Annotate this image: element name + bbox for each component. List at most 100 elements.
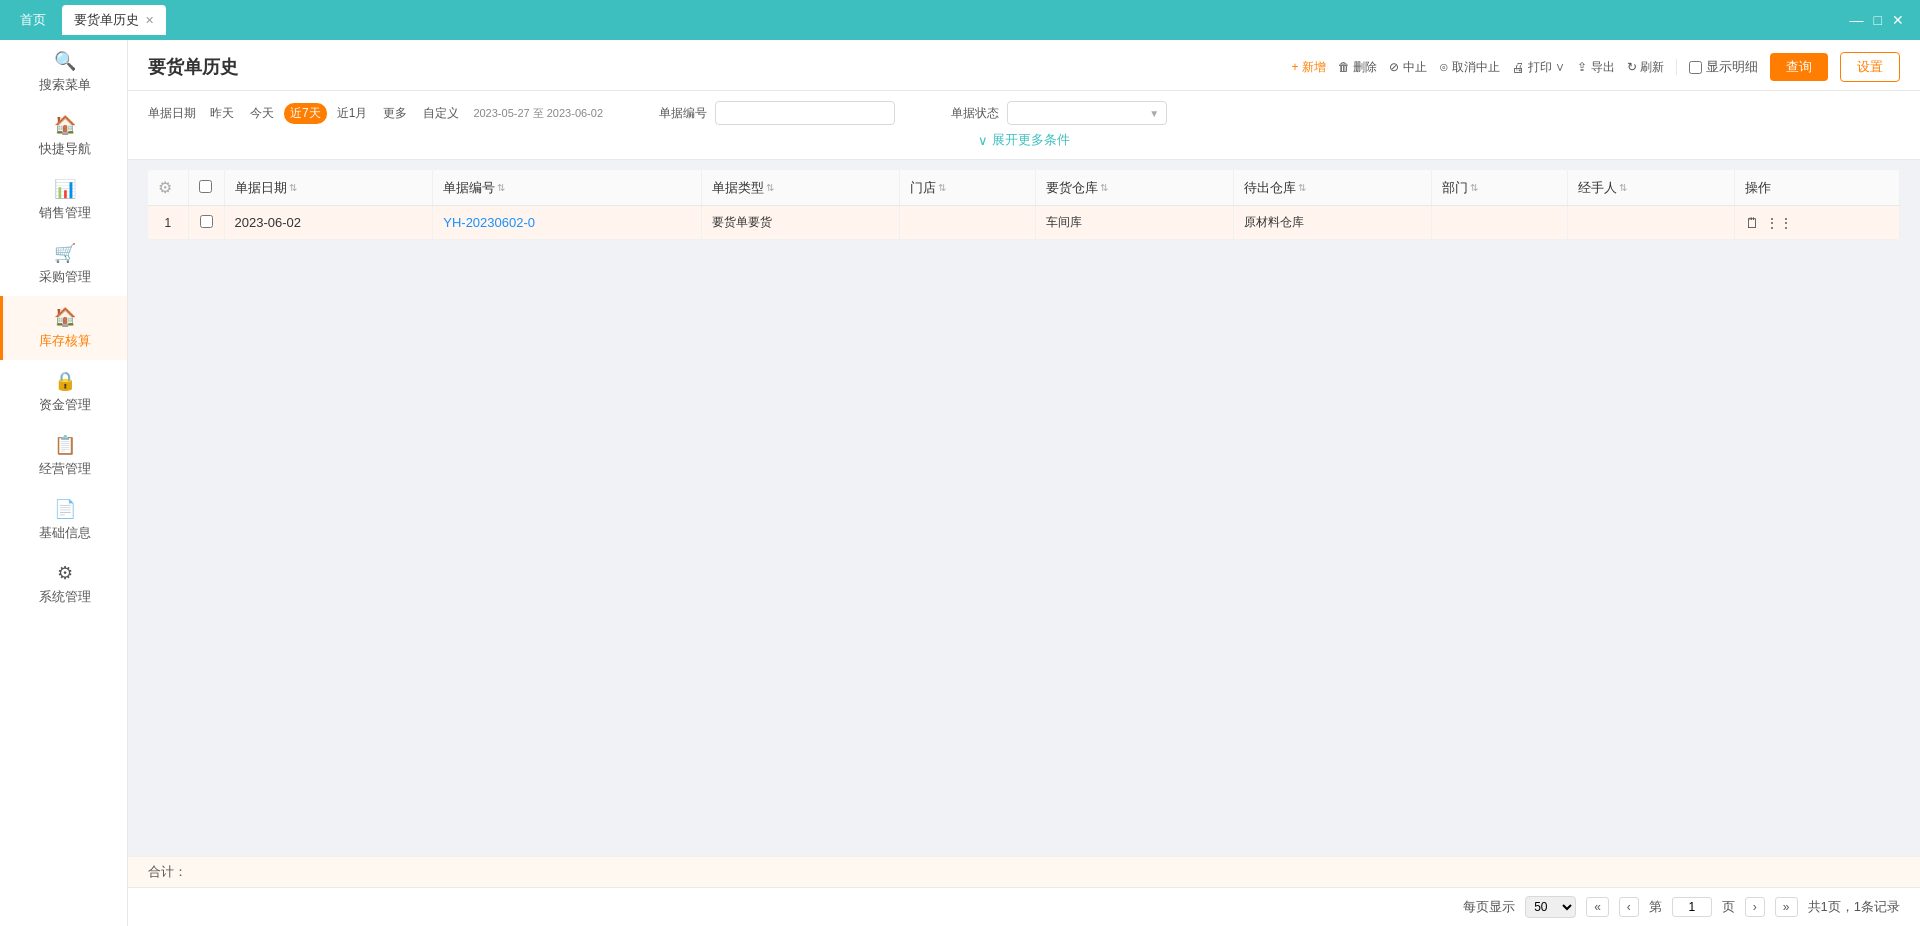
sort-req-warehouse-icon: ⇅ — [1100, 182, 1108, 193]
th-req-warehouse[interactable]: 要货仓库 ⇅ — [1036, 170, 1234, 206]
delete-button[interactable]: 🗑 删除 — [1338, 59, 1377, 76]
date-btn-7days[interactable]: 近7天 — [284, 103, 327, 124]
show-detail-checkbox[interactable] — [1689, 61, 1702, 74]
sidebar-item-purchase-mgmt-label: 采购管理 — [39, 268, 91, 286]
th-pending-warehouse[interactable]: 待出仓库 ⇅ — [1234, 170, 1432, 206]
row-more-icon[interactable]: ⋮⋮ — [1765, 215, 1793, 231]
doc-no-label: 单据编号 — [659, 105, 707, 122]
maximize-icon[interactable]: □ — [1874, 12, 1882, 28]
print-button[interactable]: 🖨 🖨 打印 打印 ∨ — [1512, 59, 1565, 76]
next-page-btn[interactable]: › — [1745, 897, 1765, 917]
sidebar-item-sales-mgmt-label: 销售管理 — [39, 204, 91, 222]
doc-status-select-wrap: ▼ — [1007, 101, 1167, 125]
sort-doc-no-icon: ⇅ — [497, 182, 505, 193]
table-area: ⚙ 单据日期 ⇅ 单据编号 — [128, 160, 1920, 856]
th-handler[interactable]: 经手人 ⇅ — [1568, 170, 1735, 206]
page-number-input[interactable] — [1672, 897, 1712, 917]
sort-doc-type-icon: ⇅ — [766, 182, 774, 193]
th-department[interactable]: 部门 ⇅ — [1432, 170, 1568, 206]
sidebar-item-basic-info[interactable]: 📄 基础信息 — [0, 488, 127, 552]
row-req-warehouse: 车间库 — [1036, 206, 1234, 240]
doc-no-filter-group: 单据编号 — [659, 101, 895, 125]
refresh-button[interactable]: ↻ 刷新 — [1627, 59, 1664, 76]
minimize-icon[interactable]: — — [1850, 12, 1864, 28]
tab-close-icon[interactable]: ✕ — [145, 14, 154, 27]
main-layout: 🔍 搜索菜单 🏠 快捷导航 📊 销售管理 🛒 采购管理 🏠 库存核算 🔒 资金管… — [0, 40, 1920, 926]
close-icon[interactable]: ✕ — [1892, 12, 1904, 28]
page-title: 要货单历史 — [148, 55, 238, 79]
sidebar-item-search-menu[interactable]: 🔍 搜索菜单 — [0, 40, 127, 104]
th-ops-label: 操作 — [1745, 180, 1771, 195]
sidebar-item-ops-mgmt[interactable]: 📋 经营管理 — [0, 424, 127, 488]
tab-requisition-history[interactable]: 要货单历史 ✕ — [62, 5, 166, 35]
th-store-label: 门店 — [910, 179, 936, 197]
expand-label: 展开更多条件 — [992, 131, 1070, 149]
row-checkbox[interactable] — [200, 215, 213, 228]
filter-bar: 单据日期 昨天 今天 近7天 近1月 更多 自定义 2023-05-27 至 2… — [128, 91, 1920, 160]
sidebar-item-purchase-mgmt[interactable]: 🛒 采购管理 — [0, 232, 127, 296]
sidebar-item-quick-nav[interactable]: 🏠 快捷导航 — [0, 104, 127, 168]
th-settings: ⚙ — [148, 170, 188, 206]
sidebar-item-system-mgmt[interactable]: ⚙ 系统管理 — [0, 552, 127, 616]
settings-button[interactable]: 设置 — [1840, 52, 1900, 82]
expand-more-btn[interactable]: ∨ 展开更多条件 — [148, 131, 1900, 149]
date-btn-yesterday[interactable]: 昨天 — [204, 103, 240, 124]
doc-status-label: 单据状态 — [951, 105, 999, 122]
cancel-stop-button[interactable]: ⊙ 取消中止 — [1439, 59, 1500, 76]
prev-page-btn[interactable]: ‹ — [1619, 897, 1639, 917]
row-operations: 🗒 ⋮⋮ — [1745, 215, 1889, 231]
sort-pending-warehouse-icon: ⇅ — [1298, 182, 1306, 193]
row-edit-icon[interactable]: 🗒 — [1745, 215, 1759, 231]
tab-requisition-history-label: 要货单历史 — [74, 11, 139, 29]
content-area: 要货单历史 + 新增 🗑 删除 ⊘ 中止 ⊙ 取消中止 🖨 🖨 打印 打印 ∨ … — [128, 40, 1920, 926]
show-detail-toggle[interactable]: 显示明细 — [1689, 58, 1758, 76]
total-info: 共1页，1条记录 — [1808, 898, 1900, 916]
table-row: 1 2023-06-02 YH-20230602-0 要货单要货 车间库 — [148, 206, 1900, 240]
date-btn-1month[interactable]: 近1月 — [331, 103, 374, 124]
row-pending-warehouse: 原材料仓库 — [1234, 206, 1432, 240]
date-btn-today[interactable]: 今天 — [244, 103, 280, 124]
export-button[interactable]: ⇪ 导出 — [1577, 59, 1614, 76]
inventory-calc-icon: 🏠 — [54, 306, 76, 328]
doc-status-select[interactable] — [1007, 101, 1167, 125]
page-label-before: 第 — [1649, 898, 1662, 916]
row-doc-no-link[interactable]: YH-20230602-0 — [443, 215, 535, 230]
th-pending-warehouse-label: 待出仓库 — [1244, 179, 1296, 197]
sidebar-item-sales-mgmt[interactable]: 📊 销售管理 — [0, 168, 127, 232]
column-settings-icon[interactable]: ⚙ — [158, 179, 172, 196]
th-doc-no-label: 单据编号 — [443, 179, 495, 197]
table-header-row: ⚙ 单据日期 ⇅ 单据编号 — [148, 170, 1900, 206]
date-buttons: 昨天 今天 近7天 近1月 更多 自定义 — [204, 103, 465, 124]
row-doc-no: YH-20230602-0 — [433, 206, 702, 240]
query-button[interactable]: 查询 — [1770, 53, 1828, 81]
th-doc-no[interactable]: 单据编号 ⇅ — [433, 170, 702, 206]
quick-nav-icon: 🏠 — [54, 114, 76, 136]
th-doc-date[interactable]: 单据日期 ⇅ — [224, 170, 433, 206]
page-size-select[interactable]: 10 20 50 100 — [1525, 896, 1576, 918]
sidebar-item-finance-mgmt[interactable]: 🔒 资金管理 — [0, 360, 127, 424]
sort-department-icon: ⇅ — [1470, 182, 1478, 193]
first-page-btn[interactable]: « — [1586, 897, 1609, 917]
sidebar-item-system-mgmt-label: 系统管理 — [39, 588, 91, 606]
th-doc-date-label: 单据日期 — [235, 179, 287, 197]
sidebar-item-search-menu-label: 搜索菜单 — [39, 76, 91, 94]
sidebar-item-quick-nav-label: 快捷导航 — [39, 140, 91, 158]
date-btn-custom[interactable]: 自定义 — [417, 103, 465, 124]
th-store[interactable]: 门店 ⇅ — [900, 170, 1036, 206]
add-button[interactable]: + 新增 — [1292, 59, 1326, 76]
last-page-btn[interactable]: » — [1775, 897, 1798, 917]
row-checkbox-cell — [188, 206, 224, 240]
sidebar-item-ops-mgmt-label: 经营管理 — [39, 460, 91, 478]
select-all-checkbox[interactable] — [199, 180, 212, 193]
page-label-after: 页 — [1722, 898, 1735, 916]
sidebar-item-inventory-calc[interactable]: 🏠 库存核算 — [0, 296, 127, 360]
tab-home[interactable]: 首页 — [8, 5, 58, 35]
date-btn-more[interactable]: 更多 — [377, 103, 413, 124]
row-num: 1 — [148, 206, 188, 240]
table-footer: 合计： — [128, 856, 1920, 887]
top-bar: 首页 要货单历史 ✕ — □ ✕ — [0, 0, 1920, 40]
tab-home-label: 首页 — [20, 11, 46, 29]
th-doc-type[interactable]: 单据类型 ⇅ — [702, 170, 900, 206]
stop-button[interactable]: ⊘ 中止 — [1389, 59, 1426, 76]
doc-no-input[interactable] — [715, 101, 895, 125]
